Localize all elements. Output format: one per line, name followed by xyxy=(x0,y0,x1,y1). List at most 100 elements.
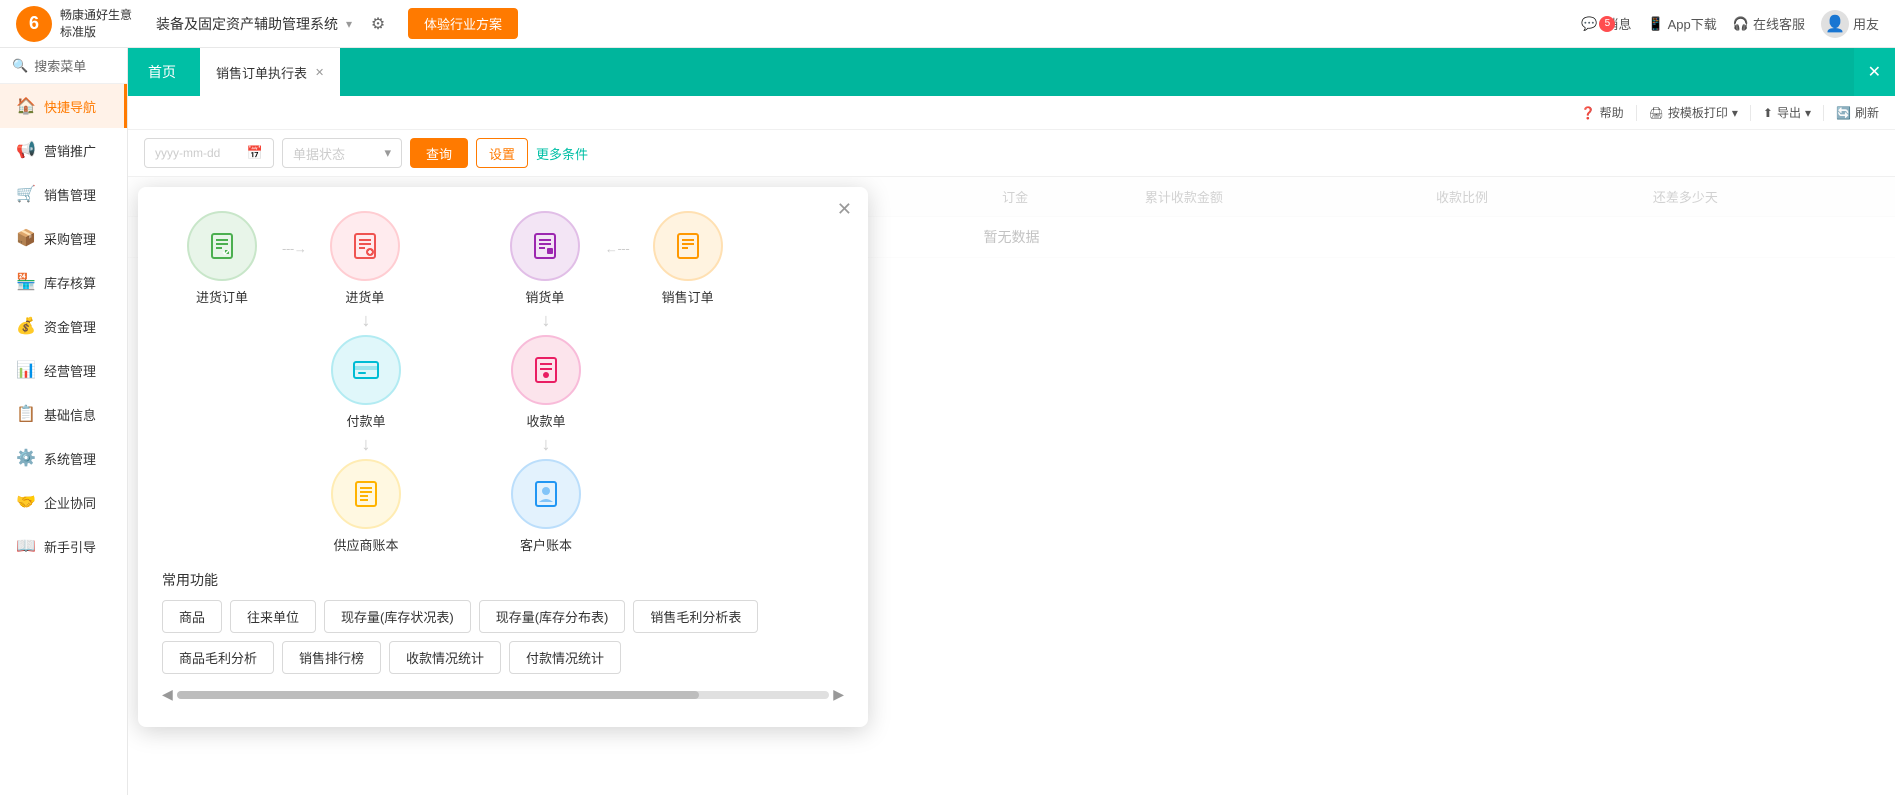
print-button[interactable]: 🖨 按模板打印 ▾ xyxy=(1649,104,1738,121)
setting-button[interactable]: 设置 xyxy=(476,138,528,168)
sidebar-item-inventory[interactable]: 🏪 库存核算 xyxy=(0,260,127,304)
scroll-thumb[interactable] xyxy=(177,691,699,699)
download-icon: 📱 xyxy=(1647,16,1663,32)
sales-bill-icon xyxy=(510,211,580,281)
sales-order-icon xyxy=(653,211,723,281)
sidebar-item-tutorial[interactable]: 📖 新手引导 xyxy=(0,524,127,568)
status-chevron-icon: ▾ xyxy=(384,145,391,161)
flow-node-payment[interactable]: ↓ 付款单 xyxy=(306,310,426,430)
collaboration-icon: 🤝 xyxy=(16,492,36,512)
horizontal-scrollbar[interactable]: ◀ ▶ xyxy=(162,686,844,703)
common-functions: 常用功能 商品 往来单位 现存量(库存状况表) 现存量(库存分布表) 销售毛利分… xyxy=(162,570,844,674)
sidebar: 🔍 搜索菜单 🏠 快捷导航 📢 营销推广 🛒 销售管理 📦 采购管理 🏪 xyxy=(0,48,128,795)
down-arrow-payment: ↓ xyxy=(362,310,371,331)
divider3 xyxy=(1823,105,1824,121)
func-btn-sales-profit[interactable]: 销售毛利分析表 xyxy=(633,600,758,633)
func-btn-inventory-status[interactable]: 现存量(库存状况表) xyxy=(324,600,471,633)
print-icon: 🖨 xyxy=(1649,106,1664,120)
sidebar-item-operations[interactable]: 📊 经营管理 xyxy=(0,348,127,392)
logo-area: 6 畅康通好生意 标准版 xyxy=(16,6,136,42)
tab-close-icon[interactable]: ✕ xyxy=(315,66,324,79)
settings-button[interactable]: ⚙ xyxy=(364,10,392,38)
avatar: 👤 xyxy=(1821,10,1849,38)
help-button[interactable]: ❓ 帮助 xyxy=(1581,104,1624,121)
export-button[interactable]: ⬆ 导出 ▾ xyxy=(1763,104,1811,121)
quick-nav-modal: ✕ 进货订单 xyxy=(138,187,868,727)
system-title: 装备及固定资产辅助管理系统 ▾ xyxy=(156,14,352,34)
status-select[interactable]: 单据状态 ▾ xyxy=(282,138,402,168)
search-icon: 🔍 xyxy=(12,58,28,74)
func-btn-receipt-stats[interactable]: 收款情况统计 xyxy=(389,641,501,674)
tab-rest-area xyxy=(340,48,1853,96)
purchase-order-label: 进货订单 xyxy=(196,287,248,306)
flow-node-sales-order[interactable]: 销售订单 xyxy=(628,211,748,306)
tab-sales-order-execution[interactable]: 销售订单执行表 ✕ xyxy=(200,48,340,96)
sidebar-item-sales[interactable]: 🛒 销售管理 xyxy=(0,172,127,216)
online-service-button[interactable]: 🎧 在线客服 xyxy=(1733,14,1805,33)
sidebar-item-system[interactable]: ⚙️ 系统管理 xyxy=(0,436,127,480)
flow-node-purchase-order[interactable]: 进货订单 xyxy=(162,211,282,306)
flow-node-supplier[interactable]: ↓ 供应商账本 xyxy=(306,434,426,554)
scroll-track[interactable] xyxy=(177,691,829,699)
down-arrow-customer: ↓ xyxy=(542,434,551,455)
sidebar-item-collaboration[interactable]: 🤝 企业协同 xyxy=(0,480,127,524)
refresh-icon: 🔄 xyxy=(1836,106,1851,120)
func-btn-payment-stats[interactable]: 付款情况统计 xyxy=(509,641,621,674)
purchase-order-icon xyxy=(187,211,257,281)
payment-label: 付款单 xyxy=(346,411,385,430)
sidebar-item-basic-info[interactable]: 📋 基础信息 xyxy=(0,392,127,436)
calendar-icon: 📅 xyxy=(247,145,263,161)
modal-close-button[interactable]: ✕ xyxy=(837,199,852,220)
purchase-bill-label: 进货单 xyxy=(345,287,384,306)
app-download-button[interactable]: 📱 App下载 xyxy=(1647,14,1716,33)
supplier-label: 供应商账本 xyxy=(333,535,398,554)
finance-icon: 💰 xyxy=(16,316,36,336)
sales-order-label: 销售订单 xyxy=(662,287,714,306)
func-btn-sales-ranking[interactable]: 销售排行榜 xyxy=(282,641,381,674)
flow-node-customer[interactable]: ↓ 客户账本 xyxy=(486,434,606,554)
flow-node-sales-bill[interactable]: 销货单 xyxy=(485,211,605,306)
marketing-icon: 📢 xyxy=(16,140,36,160)
chevron-down-icon[interactable]: ▾ xyxy=(346,17,352,31)
query-button[interactable]: 查询 xyxy=(410,138,468,168)
inventory-icon: 🏪 xyxy=(16,272,36,292)
filter-bar: yyyy-mm-dd 📅 单据状态 ▾ 查询 设置 更多条件 xyxy=(128,130,1895,177)
date-from-input[interactable]: yyyy-mm-dd 📅 xyxy=(144,138,274,168)
content-area: 首页 销售订单执行表 ✕ ✕ ❓ 帮助 🖨 按模板打印 xyxy=(128,48,1895,795)
func-btn-product-profit[interactable]: 商品毛利分析 xyxy=(162,641,274,674)
receipt-label: 收款单 xyxy=(526,411,565,430)
basic-info-icon: 📋 xyxy=(16,404,36,424)
sales-bill-label: 销货单 xyxy=(525,287,564,306)
sidebar-item-marketing[interactable]: 📢 营销推广 xyxy=(0,128,127,172)
try-industry-button[interactable]: 体验行业方案 xyxy=(408,8,518,39)
system-icon: ⚙️ xyxy=(16,448,36,468)
scroll-right-arrow[interactable]: ▶ xyxy=(833,686,844,703)
func-btn-contacts[interactable]: 往来单位 xyxy=(230,600,316,633)
arrow-sales-order-to-bill: ← - - - xyxy=(605,241,628,276)
tab-bar: 首页 销售订单执行表 ✕ ✕ xyxy=(128,48,1895,96)
divider xyxy=(1636,105,1637,121)
logo-text: 畅康通好生意 标准版 xyxy=(60,7,132,41)
func-btn-inventory-distribution[interactable]: 现存量(库存分布表) xyxy=(479,600,626,633)
tab-home[interactable]: 首页 xyxy=(128,48,196,96)
more-conditions-toggle[interactable]: 更多条件 xyxy=(536,144,588,163)
supplier-icon xyxy=(331,459,401,529)
purchase-icon: 📦 xyxy=(16,228,36,248)
sales-icon: 🛒 xyxy=(16,184,36,204)
home-icon: 🏠 xyxy=(16,96,36,116)
function-buttons: 商品 往来单位 现存量(库存状况表) 现存量(库存分布表) 销售毛利分析表 商品… xyxy=(162,600,844,674)
table-area: 品 商品 金额 预估毛利 预估毛利率 订金 累计收款金额 收款比例 还差多少天 xyxy=(128,177,1895,795)
sidebar-item-finance[interactable]: 💰 资金管理 xyxy=(0,304,127,348)
func-btn-product[interactable]: 商品 xyxy=(162,600,222,633)
close-all-tabs-button[interactable]: ✕ xyxy=(1854,48,1895,96)
message-button[interactable]: 💬 5 消息 xyxy=(1581,14,1631,33)
sidebar-item-purchase[interactable]: 📦 采购管理 xyxy=(0,216,127,260)
flow-node-purchase-bill[interactable]: 进货单 xyxy=(305,211,425,306)
toolbar: ❓ 帮助 🖨 按模板打印 ▾ ⬆ 导出 ▾ 🔄 刷新 xyxy=(128,96,1895,130)
search-menu-button[interactable]: 🔍 搜索菜单 xyxy=(0,48,127,84)
scroll-left-arrow[interactable]: ◀ xyxy=(162,686,173,703)
refresh-button[interactable]: 🔄 刷新 xyxy=(1836,104,1879,121)
user-menu[interactable]: 👤 用友 xyxy=(1821,10,1879,38)
flow-node-receipt[interactable]: ↓ 收款单 xyxy=(486,310,606,430)
sidebar-item-quick-nav[interactable]: 🏠 快捷导航 xyxy=(0,84,127,128)
